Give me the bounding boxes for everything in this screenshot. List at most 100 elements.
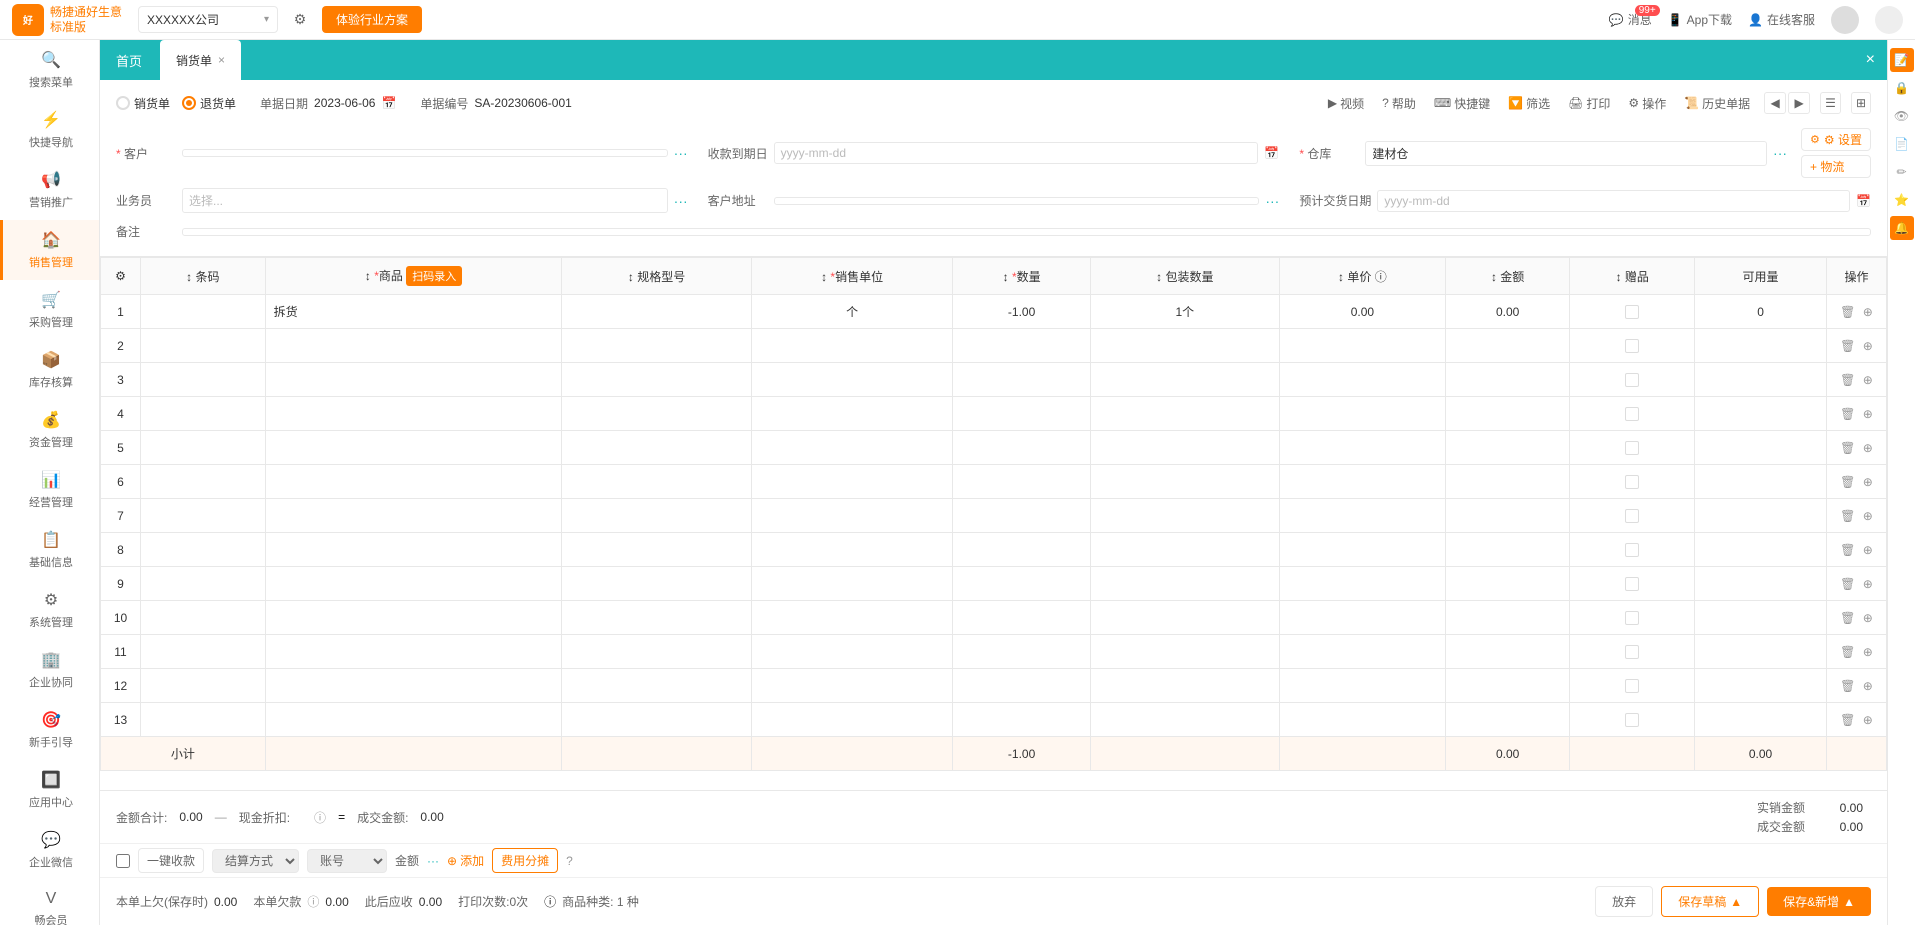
th-barcode[interactable]: ↕ 条码	[141, 258, 266, 295]
row-product[interactable]	[265, 635, 562, 669]
sidebar-item-system[interactable]: ⚙ 系统管理	[0, 580, 99, 640]
row-pkg-qty[interactable]	[1090, 499, 1279, 533]
copy-icon[interactable]: ⊕	[1863, 713, 1873, 727]
settings-icon[interactable]: ⚙	[286, 6, 314, 34]
customer-address-input[interactable]	[774, 197, 1260, 205]
delete-icon[interactable]: 🗑	[1840, 679, 1855, 693]
copy-icon[interactable]: ⊕	[1863, 509, 1873, 523]
row-amount[interactable]	[1445, 397, 1570, 431]
row-product[interactable]	[265, 669, 562, 703]
gift-checkbox[interactable]	[1625, 543, 1639, 557]
delete-icon[interactable]: 🗑	[1840, 475, 1855, 489]
row-barcode[interactable]	[141, 465, 266, 499]
row-gift[interactable]	[1570, 465, 1695, 499]
copy-icon[interactable]: ⊕	[1863, 407, 1873, 421]
row-spec[interactable]	[562, 363, 751, 397]
next-arrow[interactable]: ▶	[1788, 92, 1810, 114]
sidebar-item-basic[interactable]: 📋 基础信息	[0, 520, 99, 580]
row-pkg-qty[interactable]	[1090, 669, 1279, 703]
right-panel-edit-icon[interactable]: 📝	[1890, 48, 1914, 72]
row-amount[interactable]	[1445, 431, 1570, 465]
gift-checkbox[interactable]	[1625, 407, 1639, 421]
row-qty[interactable]	[953, 601, 1090, 635]
delete-icon[interactable]: 🗑	[1840, 373, 1855, 387]
row-unit[interactable]	[751, 635, 953, 669]
row-spec[interactable]	[562, 499, 751, 533]
row-price[interactable]	[1279, 567, 1445, 601]
row-unit[interactable]: 个	[751, 295, 953, 329]
gift-checkbox[interactable]	[1625, 611, 1639, 625]
salesperson-input[interactable]: 选择...	[182, 188, 668, 213]
warehouse-dots-icon[interactable]: ···	[1773, 145, 1787, 161]
row-product[interactable]	[265, 567, 562, 601]
app-download-btn[interactable]: 📱 App下载	[1668, 11, 1732, 28]
fee-help-icon[interactable]: ?	[566, 854, 573, 868]
delete-icon[interactable]: 🗑	[1840, 645, 1855, 659]
row-barcode[interactable]	[141, 499, 266, 533]
row-qty[interactable]: -1.00	[953, 295, 1090, 329]
row-amount[interactable]	[1445, 465, 1570, 499]
right-panel-doc-icon[interactable]: 📄	[1890, 132, 1914, 156]
delete-icon[interactable]: 🗑	[1840, 407, 1855, 421]
row-gift[interactable]	[1570, 601, 1695, 635]
gift-checkbox[interactable]	[1625, 679, 1639, 693]
copy-icon[interactable]: ⊕	[1863, 577, 1873, 591]
row-price[interactable]	[1279, 465, 1445, 499]
copy-icon[interactable]: ⊕	[1863, 679, 1873, 693]
row-spec[interactable]	[562, 635, 751, 669]
service-btn[interactable]: 👤 在线客服	[1748, 11, 1815, 28]
discard-button[interactable]: 放弃	[1595, 886, 1653, 917]
row-amount[interactable]	[1445, 499, 1570, 533]
row-price[interactable]	[1279, 703, 1445, 737]
row-product[interactable]	[265, 363, 562, 397]
row-qty[interactable]	[953, 363, 1090, 397]
row-price[interactable]	[1279, 499, 1445, 533]
th-settings[interactable]: ⚙	[101, 258, 141, 295]
row-product[interactable]	[265, 431, 562, 465]
row-pkg-qty[interactable]	[1090, 431, 1279, 465]
copy-icon[interactable]: ⊕	[1863, 441, 1873, 455]
gift-checkbox[interactable]	[1625, 373, 1639, 387]
row-price[interactable]	[1279, 635, 1445, 669]
tab-active[interactable]: 销货单 ×	[160, 40, 241, 80]
row-qty[interactable]	[953, 329, 1090, 363]
row-amount[interactable]	[1445, 329, 1570, 363]
row-price[interactable]	[1279, 363, 1445, 397]
row-qty[interactable]	[953, 635, 1090, 669]
info-icon[interactable]: ⓘ	[307, 893, 319, 910]
prev-arrow[interactable]: ◀	[1764, 92, 1786, 114]
gift-checkbox[interactable]	[1625, 713, 1639, 727]
delete-icon[interactable]: 🗑	[1840, 509, 1855, 523]
row-gift[interactable]	[1570, 567, 1695, 601]
row-spec[interactable]	[562, 567, 751, 601]
help-btn[interactable]: ? 帮助	[1378, 93, 1420, 114]
row-product[interactable]	[265, 329, 562, 363]
history-btn[interactable]: 📜 历史单据	[1680, 93, 1754, 114]
save-new-button[interactable]: 保存&新增 ▲	[1767, 887, 1871, 916]
row-barcode[interactable]	[141, 533, 266, 567]
filter-btn[interactable]: 🔽 筛选	[1504, 93, 1554, 114]
sidebar-item-operation[interactable]: 📊 经营管理	[0, 460, 99, 520]
row-spec[interactable]	[562, 703, 751, 737]
gift-checkbox[interactable]	[1625, 475, 1639, 489]
settings-button[interactable]: ⚙ ⚙ 设置	[1801, 128, 1871, 151]
one-click-payment-btn[interactable]: 一键收款	[138, 848, 204, 873]
add-payment-btn[interactable]: ⊕ 添加	[447, 852, 484, 869]
row-gift[interactable]	[1570, 397, 1695, 431]
row-product[interactable]	[265, 533, 562, 567]
th-gift[interactable]: ↕ 赠品	[1570, 258, 1695, 295]
row-qty[interactable]	[953, 669, 1090, 703]
right-panel-bell-icon[interactable]: 🔔	[1890, 216, 1914, 240]
row-pkg-qty[interactable]	[1090, 703, 1279, 737]
sidebar-item-purchase[interactable]: 🛒 采购管理	[0, 280, 99, 340]
avatar[interactable]	[1831, 6, 1859, 34]
row-price[interactable]	[1279, 601, 1445, 635]
gift-checkbox[interactable]	[1625, 509, 1639, 523]
th-spec[interactable]: ↕ 规格型号	[562, 258, 751, 295]
sidebar-item-enterprise[interactable]: 🏢 企业协同	[0, 640, 99, 700]
discount-info-icon[interactable]: ⓘ	[314, 809, 326, 826]
row-product[interactable]: 拆货	[265, 295, 562, 329]
radio-return[interactable]: 退货单	[182, 95, 236, 112]
row-gift[interactable]	[1570, 499, 1695, 533]
th-unit[interactable]: ↕ *销售单位	[751, 258, 953, 295]
